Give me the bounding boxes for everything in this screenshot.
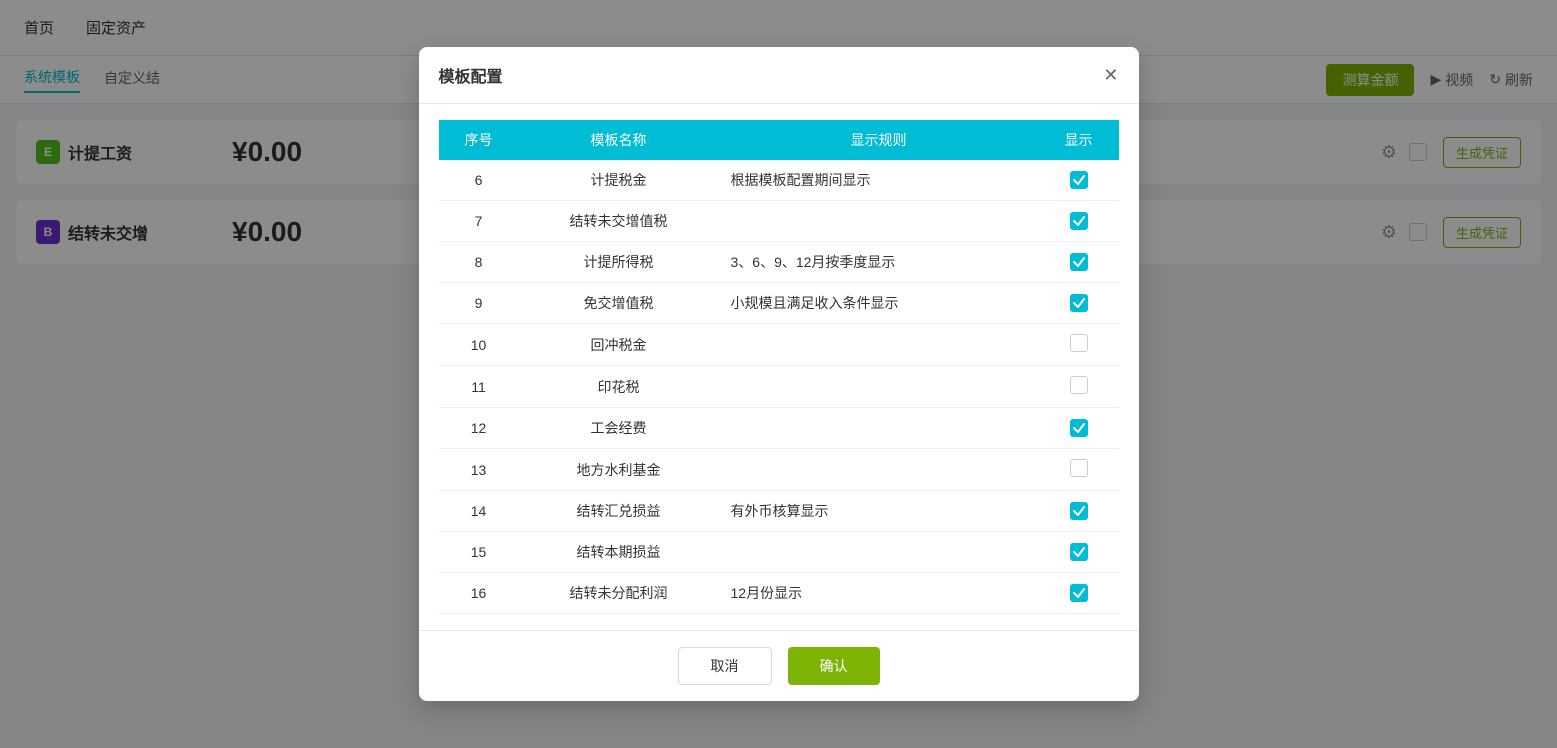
col-header-display: 显示 [1039, 120, 1119, 160]
cell-seq: 13 [439, 449, 519, 491]
cell-seq: 8 [439, 242, 519, 283]
checkbox-unchecked[interactable] [1070, 459, 1088, 477]
cell-seq: 7 [439, 201, 519, 242]
table-row: 16结转未分配利润12月份显示 [439, 573, 1119, 614]
checkbox-unchecked[interactable] [1070, 376, 1088, 394]
checkbox-checked[interactable] [1070, 584, 1088, 602]
table-row: 7结转未交增值税 [439, 201, 1119, 242]
modal-overlay: 模板配置 ✕ 序号 模板名称 显示规则 显示 6计提税金根据模板配置期间显示7结… [0, 0, 1557, 748]
cell-seq: 11 [439, 366, 519, 408]
checkbox-checked[interactable] [1070, 419, 1088, 437]
cell-checkbox [1039, 324, 1119, 366]
confirm-button[interactable]: 确认 [788, 647, 880, 685]
checkbox-checked[interactable] [1070, 253, 1088, 271]
table-row: 11印花税 [439, 366, 1119, 408]
modal-close-button[interactable]: ✕ [1103, 66, 1118, 84]
table-row: 12工会经费 [439, 408, 1119, 449]
cell-checkbox [1039, 573, 1119, 614]
cell-checkbox [1039, 491, 1119, 532]
table-row: 9免交增值税小规模且满足收入条件显示 [439, 283, 1119, 324]
cell-rule [719, 449, 1039, 491]
cell-seq: 14 [439, 491, 519, 532]
table-row: 10回冲税金 [439, 324, 1119, 366]
table-row: 8计提所得税3、6、9、12月按季度显示 [439, 242, 1119, 283]
cell-checkbox [1039, 532, 1119, 573]
cell-name: 免交增值税 [519, 283, 719, 324]
cell-rule [719, 324, 1039, 366]
cell-name: 结转未交增值税 [519, 201, 719, 242]
table-header-row: 序号 模板名称 显示规则 显示 [439, 120, 1119, 160]
cell-rule [719, 532, 1039, 573]
config-table: 序号 模板名称 显示规则 显示 6计提税金根据模板配置期间显示7结转未交增值税8… [439, 120, 1119, 614]
cell-checkbox [1039, 242, 1119, 283]
modal-title: 模板配置 [439, 63, 503, 87]
checkbox-checked[interactable] [1070, 543, 1088, 561]
cell-rule: 3、6、9、12月按季度显示 [719, 242, 1039, 283]
cell-checkbox [1039, 408, 1119, 449]
cell-checkbox [1039, 366, 1119, 408]
cell-checkbox [1039, 283, 1119, 324]
template-config-modal: 模板配置 ✕ 序号 模板名称 显示规则 显示 6计提税金根据模板配置期间显示7结… [419, 47, 1139, 701]
cell-rule: 有外币核算显示 [719, 491, 1039, 532]
cell-name: 结转汇兑损益 [519, 491, 719, 532]
col-header-name: 模板名称 [519, 120, 719, 160]
cell-seq: 16 [439, 573, 519, 614]
modal-body: 序号 模板名称 显示规则 显示 6计提税金根据模板配置期间显示7结转未交增值税8… [419, 104, 1139, 630]
cell-name: 工会经费 [519, 408, 719, 449]
table-row: 6计提税金根据模板配置期间显示 [439, 160, 1119, 201]
cell-seq: 9 [439, 283, 519, 324]
cell-seq: 10 [439, 324, 519, 366]
cell-rule: 根据模板配置期间显示 [719, 160, 1039, 201]
cell-name: 计提税金 [519, 160, 719, 201]
checkbox-checked[interactable] [1070, 171, 1088, 189]
cell-rule [719, 408, 1039, 449]
cell-name: 计提所得税 [519, 242, 719, 283]
checkbox-checked[interactable] [1070, 502, 1088, 520]
cell-seq: 15 [439, 532, 519, 573]
checkbox-checked[interactable] [1070, 294, 1088, 312]
cell-rule [719, 366, 1039, 408]
table-row: 13地方水利基金 [439, 449, 1119, 491]
cell-name: 印花税 [519, 366, 719, 408]
modal-header: 模板配置 ✕ [419, 47, 1139, 104]
col-header-rule: 显示规则 [719, 120, 1039, 160]
cell-seq: 12 [439, 408, 519, 449]
checkbox-checked[interactable] [1070, 212, 1088, 230]
table-row: 15结转本期损益 [439, 532, 1119, 573]
modal-footer: 取消 确认 [419, 630, 1139, 701]
cell-checkbox [1039, 201, 1119, 242]
cell-rule [719, 201, 1039, 242]
table-row: 14结转汇兑损益有外币核算显示 [439, 491, 1119, 532]
cell-rule: 12月份显示 [719, 573, 1039, 614]
cell-checkbox [1039, 449, 1119, 491]
cancel-button[interactable]: 取消 [678, 647, 772, 685]
cell-name: 回冲税金 [519, 324, 719, 366]
col-header-seq: 序号 [439, 120, 519, 160]
cell-seq: 6 [439, 160, 519, 201]
cell-name: 结转未分配利润 [519, 573, 719, 614]
cell-name: 结转本期损益 [519, 532, 719, 573]
cell-checkbox [1039, 160, 1119, 201]
cell-name: 地方水利基金 [519, 449, 719, 491]
checkbox-unchecked[interactable] [1070, 334, 1088, 352]
cell-rule: 小规模且满足收入条件显示 [719, 283, 1039, 324]
